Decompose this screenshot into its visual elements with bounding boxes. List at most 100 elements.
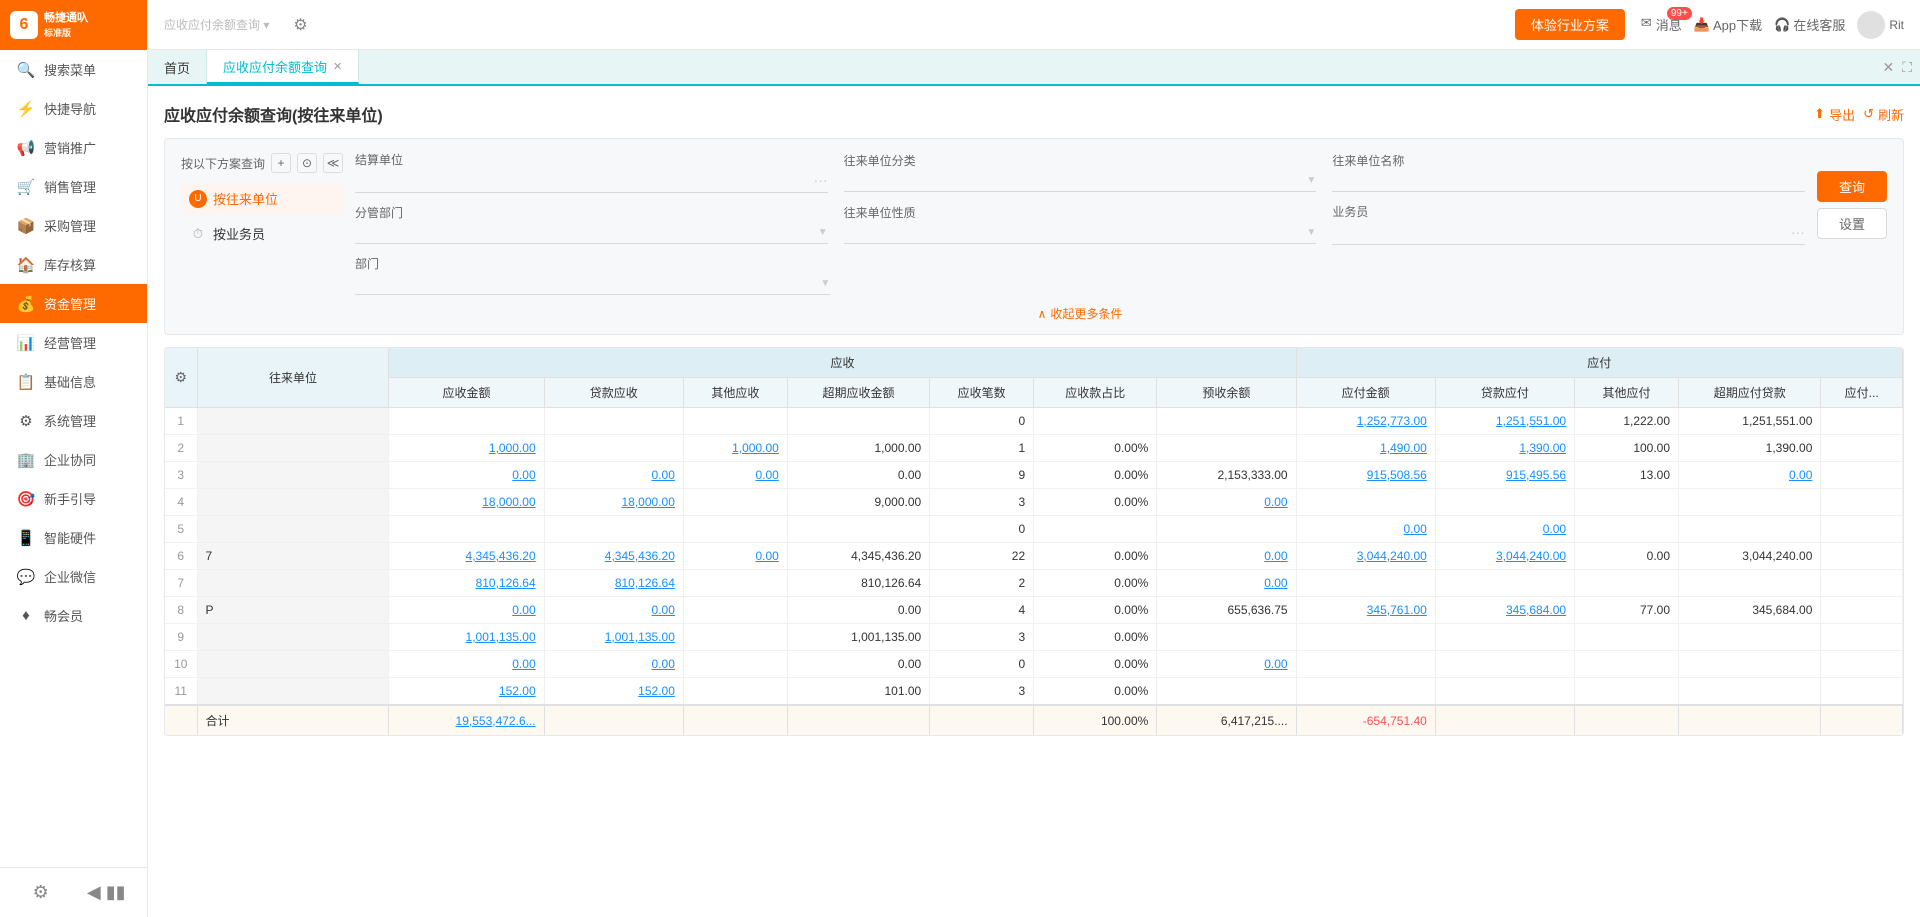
promo-button[interactable]: 体验行业方案 [1515,9,1625,40]
header-icon-group: ✉ 99+ 消息 📥 App下载 🎧 在线客服 Rit [1641,11,1904,39]
sidebar-item-wechat[interactable]: 💬 企业微信 [0,557,147,596]
sidebar-item-label: 快捷导航 [44,99,96,118]
sidebar-item-search[interactable]: 🔍 搜索菜单 [0,50,147,89]
settlement-label: 结算单位 [355,151,828,168]
user-avatar[interactable]: Rit [1857,11,1904,39]
table-row: 10 0.00 0.00 0.00 00.00% 0.00 [165,651,1903,678]
sidebar-item-basic[interactable]: 📋 基础信息 [0,362,147,401]
dept2-select[interactable] [355,276,820,290]
collapse-more-btn[interactable]: ∧ 收起更多条件 [355,305,1805,322]
th-ar-ratio: 应收款占比 [1034,378,1157,408]
table-sub-header: 应收金额 贷款应收 其他应收 超期应收金额 应收笔数 应收款占比 预收余额 应付… [165,378,1903,408]
phone-icon: 📱 [16,529,36,547]
sidebar-settings-btn[interactable]: ⚙ [8,876,74,909]
sidebar-item-guide[interactable]: 🎯 新手引导 [0,479,147,518]
filter-field-partner-name: 往来单位名称 [1332,152,1805,192]
salesperson-input[interactable] [1332,225,1791,239]
settings-icon-header[interactable]: ⚙ [293,15,307,35]
filter-option-salesperson[interactable]: ⏱ 按业务员 [181,218,343,249]
header-actions: 体验行业方案 ✉ 99+ 消息 📥 App下载 🎧 在线客服 Rit [1515,9,1904,40]
th-ar-group: 应收 [389,348,1296,378]
sidebar-item-label: 新手引导 [44,489,96,508]
th-ap-loan: 贷款应付 [1435,378,1574,408]
sidebar-item-label: 智能硬件 [44,528,96,547]
table-row: 67 4,345,436.20 4,345,436.20 0.00 4,345,… [165,543,1903,570]
filter-row-3: 部门 ▼ [355,255,1805,295]
dept-select[interactable] [355,225,818,239]
sidebar-item-enterprise[interactable]: 🏢 企业协同 [0,440,147,479]
data-table-wrap: ⚙ 往来单位 应收 应付 应收金额 贷款应收 其他应收 超期应收金额 应收笔数 [164,347,1904,736]
online-service-btn[interactable]: 🎧 在线客服 [1774,15,1845,34]
partner-type-label: 往来单位分类 [844,152,1317,169]
filter-actions: 查询 设置 [1817,151,1887,239]
expand-icon[interactable]: ⛶ [1902,59,1912,76]
sidebar-item-system[interactable]: ⚙ 系统管理 [0,401,147,440]
headset-icon: 🎧 [1774,17,1790,33]
refresh-button[interactable]: ↺ 刷新 [1863,105,1904,124]
table-row: 3 0.00 0.00 0.00 0.00 90.00% 2,153,333.0… [165,462,1903,489]
add-filter-btn[interactable]: + [271,153,291,173]
chevron-down-icon: ▼ [1306,175,1316,186]
chat-icon: 💬 [16,568,36,586]
table-body: 1 0 1,252,773.00 1,251,551.00 1,222.00 1… [165,408,1903,706]
settings-filter-btn[interactable]: ⊙ [297,153,317,173]
settlement-input[interactable] [355,173,814,187]
partner-nature-select[interactable] [844,225,1307,239]
chart-icon: 📊 [16,334,36,352]
close-all-icon[interactable]: ✕ [1882,59,1894,76]
filter-field-salesperson: 业务员 ··· [1332,203,1805,245]
filter-field-partner-nature: 往来单位性质 ▼ [844,204,1317,244]
th-partner: 往来单位 [197,348,389,408]
tab-receivable[interactable]: 应收应付余额查询 ✕ [207,50,359,84]
refresh-icon: ↺ [1863,106,1874,122]
collapse-filter-btn[interactable]: ≪ [323,153,343,173]
partner-type-select[interactable] [844,173,1307,187]
app-download-btn[interactable]: 📥 App下载 [1694,15,1762,34]
app-edition: 标准版 [44,26,88,39]
table-settings-icon[interactable]: ⚙ [174,369,187,385]
footer-ar-prepay: 6,417,215.... [1157,705,1296,735]
sidebar-item-marketing[interactable]: 📢 营销推广 [0,128,147,167]
sidebar-collapse-btn[interactable]: ◀ ▮▮ [74,876,140,909]
diamond-icon: ♦ [16,607,36,624]
sidebar-item-label: 采购管理 [44,216,96,235]
footer-ar-amount[interactable]: 19,553,472.6... [389,705,544,735]
export-button[interactable]: ⬆ 导出 [1814,105,1855,124]
page-header: 应收应付余额查询(按往来单位) ⬆ 导出 ↺ 刷新 [164,102,1904,126]
footer-ar-count [930,705,1034,735]
partner-name-label: 往来单位名称 [1332,152,1805,169]
main-content: 首页 应收应付余额查询 ✕ ✕ ⛶ 应收应付余额查询(按往来单位) ⬆ 导出 ↺… [148,50,1920,917]
tab-receivable-label: 应收应付余额查询 [223,57,327,76]
message-wrap[interactable]: ✉ 99+ 消息 [1641,15,1682,34]
ap-amount-cell[interactable]: 1,252,773.00 [1296,408,1435,435]
sidebar-item-inventory[interactable]: 🏠 库存核算 [0,245,147,284]
sidebar-item-finance[interactable]: 💰 资金管理 [0,284,147,323]
chevron-down-icon2: ▼ [818,227,828,238]
sidebar-item-label: 搜索菜单 [44,60,96,79]
setting-button[interactable]: 设置 [1817,208,1887,239]
tab-home[interactable]: 首页 [148,50,207,84]
app-name: 畅捷通叺 [44,11,88,25]
tab-close-icon[interactable]: ✕ [333,60,342,73]
th-ar-other: 其他应收 [683,378,787,408]
sidebar-item-sales[interactable]: 🛒 销售管理 [0,167,147,206]
sidebar-item-nav[interactable]: ⚡ 快捷导航 [0,89,147,128]
page-title: 应收应付余额查询(按往来单位) [164,102,383,126]
filter-field-partner-type: 往来单位分类 ▼ [844,152,1317,192]
megaphone-icon: 📢 [16,139,36,157]
query-button[interactable]: 查询 [1817,171,1887,202]
sidebar-item-hardware[interactable]: 📱 智能硬件 [0,518,147,557]
house-icon: 🏠 [16,256,36,274]
online-service-label: 在线客服 [1793,15,1845,34]
sidebar-item-purchase[interactable]: 📦 采购管理 [0,206,147,245]
partner-name-input[interactable] [1332,173,1805,187]
sidebar-item-management[interactable]: 📊 经营管理 [0,323,147,362]
footer-row: 合计 19,553,472.6... 100.00% 6,417,215....… [165,705,1903,735]
doc-icon: 📋 [16,373,36,391]
th-ar-count: 应收笔数 [930,378,1034,408]
sidebar-item-member[interactable]: ♦ 畅会员 [0,596,147,635]
filter-option-partner[interactable]: U 按往来单位 [181,183,343,214]
footer-label: 合计 [197,705,389,735]
footer-ap-amount: -654,751.40 [1296,705,1435,735]
chevron-down-icon3: ▼ [1306,227,1316,238]
